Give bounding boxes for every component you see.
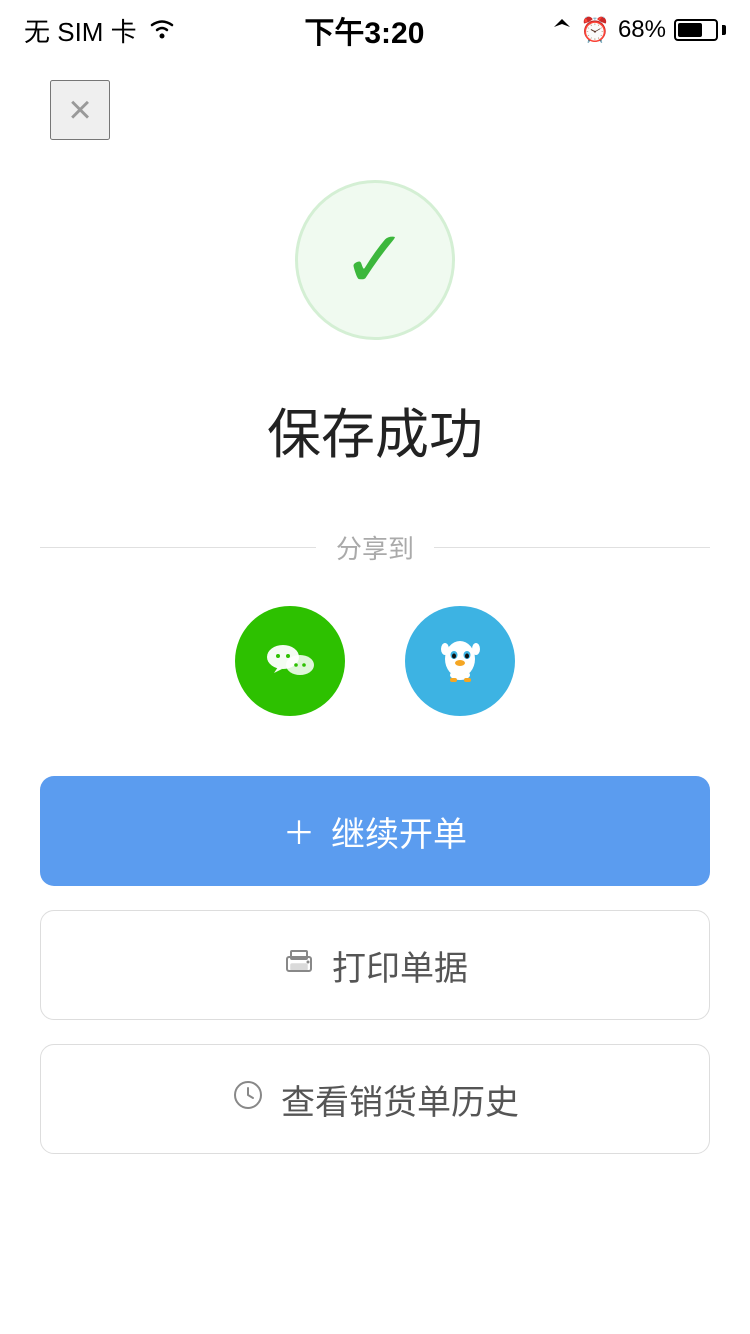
- share-qq-button[interactable]: [405, 606, 515, 716]
- status-time: 下午3:20: [304, 8, 424, 52]
- history-button[interactable]: 查看销货单历史: [40, 1044, 710, 1154]
- checkmark-icon: ✓: [341, 220, 408, 300]
- alarm-icon: ⏰: [580, 16, 610, 45]
- share-icons: [235, 606, 515, 716]
- no-sim-label: 无 SIM 卡: [24, 12, 137, 49]
- main-content: × ✓ 保存成功 分享到: [0, 60, 750, 1334]
- wechat-icon: [258, 629, 323, 694]
- print-button[interactable]: 打印单据: [40, 910, 710, 1020]
- status-right: ⏰ 68%: [552, 16, 726, 45]
- action-buttons: ＋ 继续开单 打印单据 查看销货单历: [40, 776, 710, 1154]
- print-label: 打印单据: [332, 941, 468, 990]
- qq-icon: [428, 629, 493, 694]
- battery-icon: [674, 19, 726, 41]
- success-title: 保存成功: [267, 390, 483, 469]
- close-button[interactable]: ×: [50, 80, 110, 140]
- share-divider: 分享到: [40, 529, 710, 566]
- location-icon: [552, 16, 572, 44]
- status-bar: 无 SIM 卡 下午3:20 ⏰ 68%: [0, 0, 750, 60]
- close-icon: ×: [68, 90, 91, 130]
- divider-line-right: [434, 547, 710, 548]
- wifi-icon: [147, 15, 177, 46]
- plus-icon: ＋: [283, 808, 315, 854]
- divider-line-left: [40, 547, 316, 548]
- continue-button[interactable]: ＋ 继续开单: [40, 776, 710, 886]
- share-section: 分享到: [40, 529, 710, 716]
- battery-percent: 68%: [618, 16, 666, 44]
- history-label: 查看销货单历史: [281, 1075, 519, 1124]
- print-icon: [282, 944, 316, 986]
- continue-label: 继续开单: [331, 807, 467, 856]
- share-wechat-button[interactable]: [235, 606, 345, 716]
- history-icon: [231, 1078, 265, 1120]
- success-icon-container: ✓: [295, 180, 455, 340]
- share-label: 分享到: [336, 529, 414, 566]
- status-left: 无 SIM 卡: [24, 12, 177, 49]
